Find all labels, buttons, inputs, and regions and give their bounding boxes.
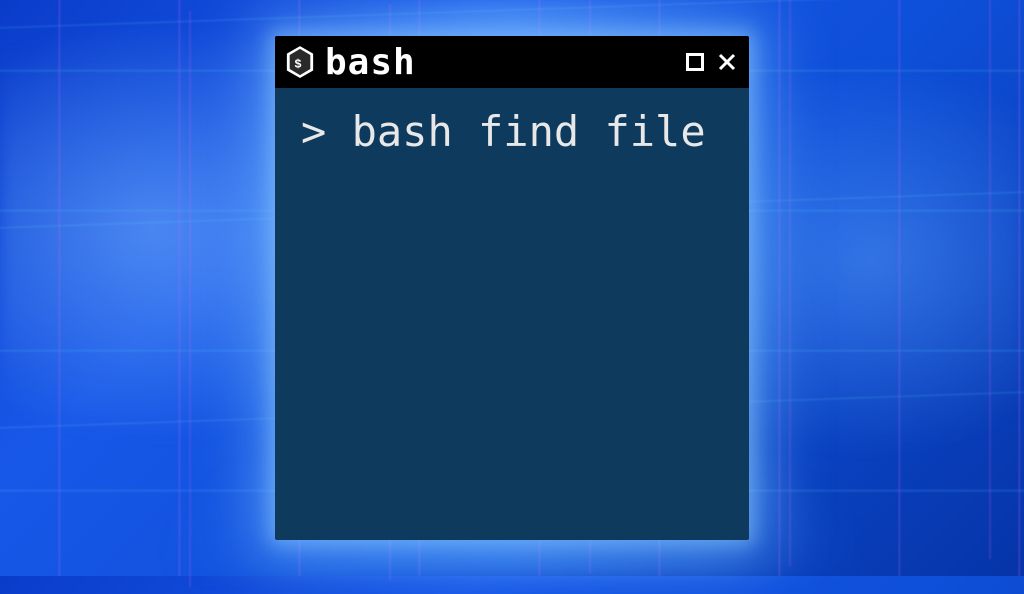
terminal-command-text: bash find file <box>352 107 706 156</box>
terminal-window: $ bash > bash find file <box>275 36 749 540</box>
window-title: bash <box>325 42 663 83</box>
window-controls <box>673 49 737 75</box>
maximize-button[interactable] <box>685 52 705 72</box>
svg-text:$: $ <box>294 58 301 72</box>
terminal-line: > bash find file <box>301 108 723 156</box>
close-button[interactable] <box>717 52 737 72</box>
titlebar[interactable]: $ bash <box>275 36 749 88</box>
prompt-symbol: > <box>301 107 326 156</box>
terminal-body[interactable]: > bash find file <box>275 88 749 540</box>
bash-shell-icon: $ <box>285 45 315 79</box>
